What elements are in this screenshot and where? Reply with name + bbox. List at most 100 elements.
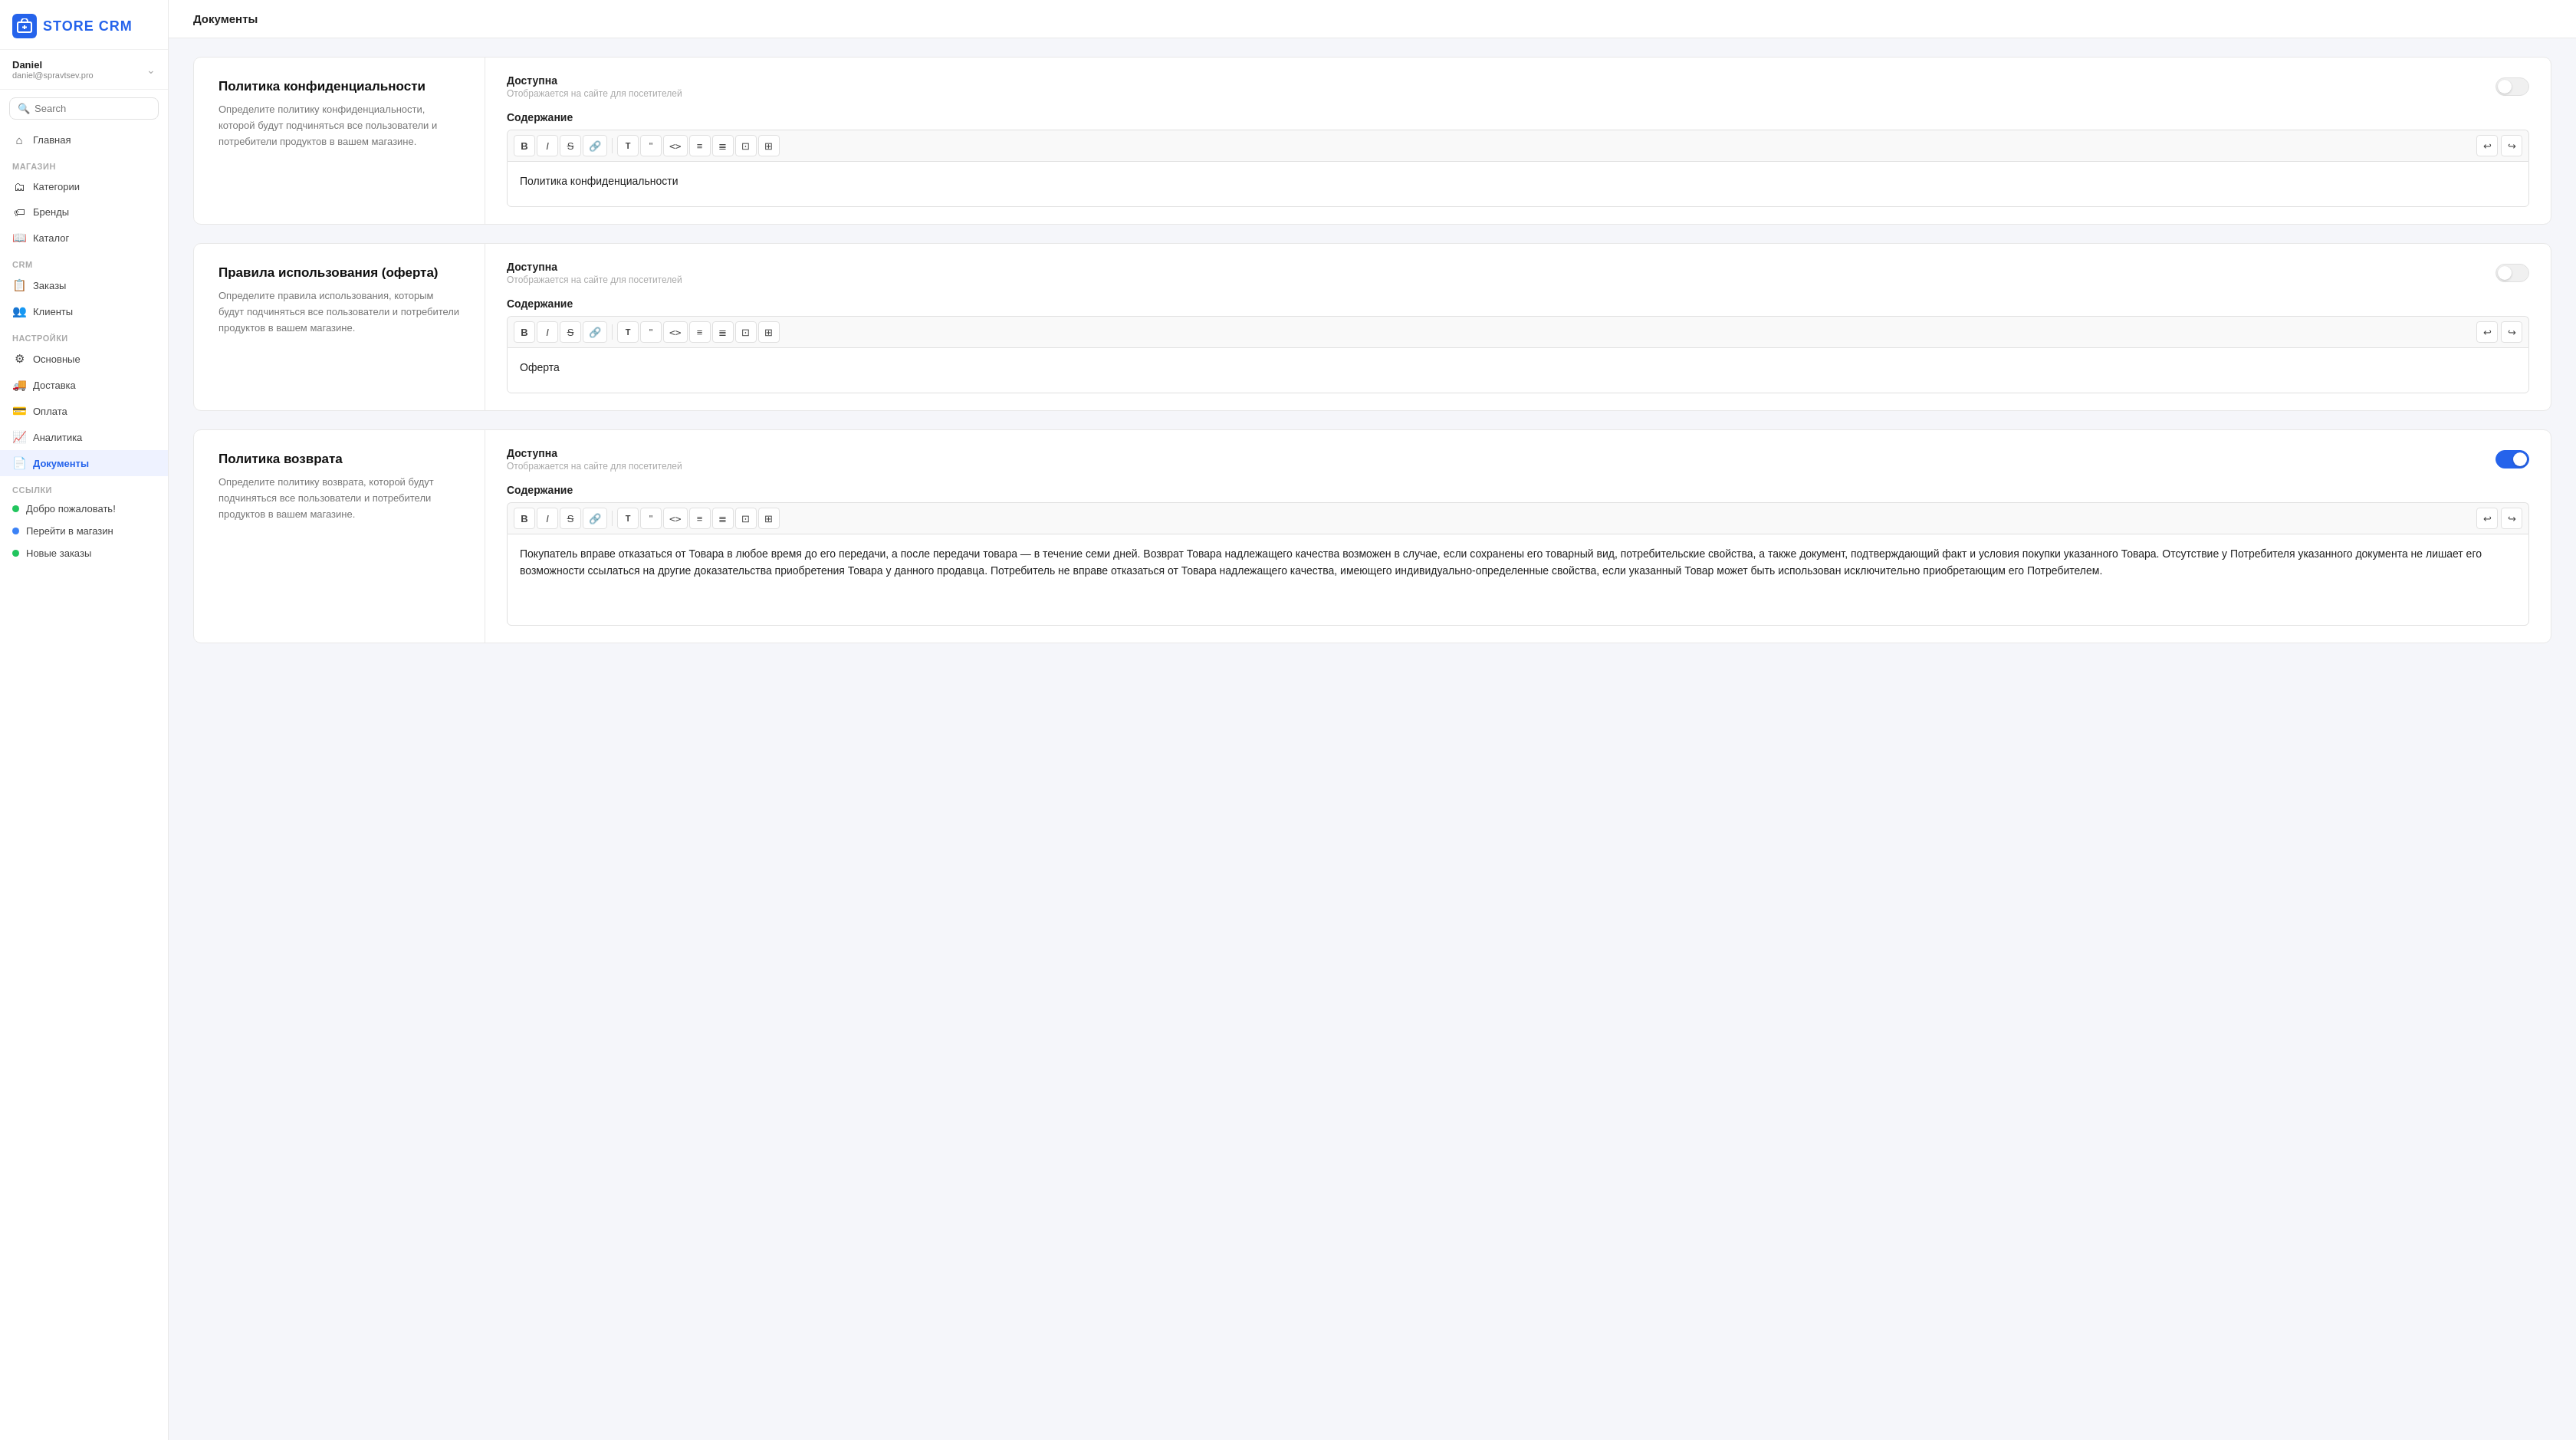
heading-button-privacy[interactable]: T (617, 135, 639, 156)
quote-button-privacy[interactable]: " (640, 135, 662, 156)
sidebar-item-label: Бренды (33, 206, 69, 218)
undo-button-offer[interactable]: ↩ (2476, 321, 2498, 343)
user-email: daniel@spravtsev.pro (12, 71, 94, 80)
indent-button-privacy[interactable]: ⊡ (735, 135, 757, 156)
quote-button-return[interactable]: " (640, 508, 662, 529)
strikethrough-button-offer[interactable]: S (560, 321, 581, 343)
redo-button-return[interactable]: ↪ (2501, 508, 2522, 529)
sidebar-item-analytics[interactable]: 📈 Аналитика (0, 424, 168, 450)
quote-button-offer[interactable]: " (640, 321, 662, 343)
section-crm-label: CRM (0, 251, 168, 272)
link-button-privacy[interactable]: 🔗 (583, 135, 607, 156)
section-shop-label: Магазин (0, 153, 168, 174)
ol-button-offer[interactable]: ≣ (712, 321, 734, 343)
toggle-privacy[interactable]: ✕ (2496, 77, 2529, 96)
undo-button-privacy[interactable]: ↩ (2476, 135, 2498, 156)
editor-content-return[interactable]: Покупатель вправе отказаться от Товара в… (507, 534, 2529, 626)
sidebar-item-catalog[interactable]: 📖 Каталог (0, 225, 168, 251)
sidebar-item-brands[interactable]: 🏷 Бренды (0, 199, 168, 225)
documents-list: Политика конфиденциальности Определите п… (169, 38, 2576, 662)
link-item-new-orders[interactable]: Новые заказы (0, 542, 168, 564)
undo-redo-privacy: ↩ ↪ (2476, 135, 2522, 156)
delivery-icon: 🚚 (12, 378, 26, 392)
link-label: Новые заказы (26, 547, 91, 559)
search-input[interactable] (34, 103, 150, 114)
content-label-privacy: Содержание (507, 111, 2529, 123)
dot-green-icon (12, 505, 19, 512)
toolbar-sep1-offer (612, 324, 613, 340)
user-block[interactable]: Daniel daniel@spravtsev.pro ⌄ (0, 50, 168, 90)
redo-button-privacy[interactable]: ↪ (2501, 135, 2522, 156)
doc-right-offer: Доступна Отображается на сайте для посет… (485, 244, 2551, 410)
doc-desc-return: Определите политику возврата, которой бу… (219, 475, 460, 522)
doc-title-offer: Правила использования (оферта) (219, 265, 460, 281)
toggle-thumb-return (2513, 452, 2527, 466)
content-section-privacy: Содержание B I S 🔗 T " <> ≡ ≣ (507, 111, 2529, 207)
doc-left-privacy: Политика конфиденциальности Определите п… (194, 58, 485, 224)
logo-area: STORE CRM (0, 0, 168, 50)
doc-desc-offer: Определите правила использования, которы… (219, 288, 460, 336)
sidebar: STORE CRM Daniel daniel@spravtsev.pro ⌄ … (0, 0, 169, 1440)
page-title: Документы (169, 0, 2576, 38)
bold-button-privacy[interactable]: B (514, 135, 535, 156)
ul-button-offer[interactable]: ≡ (689, 321, 711, 343)
toggle-thumb-privacy (2498, 80, 2512, 94)
editor-content-privacy[interactable]: Политика конфиденциальности (507, 161, 2529, 207)
available-info-offer: Доступна Отображается на сайте для посет… (507, 261, 682, 285)
sidebar-item-label: Аналитика (33, 432, 82, 443)
sidebar-item-label: Каталог (33, 232, 69, 244)
sidebar-item-home[interactable]: ⌂ Главная (0, 127, 168, 153)
bold-button-offer[interactable]: B (514, 321, 535, 343)
italic-button-return[interactable]: I (537, 508, 558, 529)
clients-icon: 👥 (12, 304, 26, 318)
heading-button-return[interactable]: T (617, 508, 639, 529)
link-button-return[interactable]: 🔗 (583, 508, 607, 529)
documents-icon: 📄 (12, 456, 26, 470)
outdent-button-privacy[interactable]: ⊞ (758, 135, 780, 156)
editor-content-offer[interactable]: Оферта (507, 347, 2529, 393)
toggle-offer[interactable]: ✕ (2496, 264, 2529, 282)
doc-title-privacy: Политика конфиденциальности (219, 79, 460, 94)
sidebar-item-basic[interactable]: ⚙ Основные (0, 346, 168, 372)
chevron-down-icon[interactable]: ⌄ (146, 64, 156, 76)
italic-button-offer[interactable]: I (537, 321, 558, 343)
available-info-return: Доступна Отображается на сайте для посет… (507, 447, 682, 472)
link-item-store[interactable]: Перейти в магазин (0, 520, 168, 542)
indent-button-offer[interactable]: ⊡ (735, 321, 757, 343)
sidebar-item-label: Клиенты (33, 306, 73, 317)
sidebar-item-orders[interactable]: 📋 Заказы (0, 272, 168, 298)
sidebar-item-delivery[interactable]: 🚚 Доставка (0, 372, 168, 398)
outdent-button-offer[interactable]: ⊞ (758, 321, 780, 343)
toggle-return[interactable] (2496, 450, 2529, 468)
sidebar-item-label: Оплата (33, 406, 67, 417)
catalog-icon: 📖 (12, 231, 26, 245)
code-button-privacy[interactable]: <> (663, 135, 688, 156)
undo-redo-offer: ↩ ↪ (2476, 321, 2522, 343)
heading-button-offer[interactable]: T (617, 321, 639, 343)
link-item-welcome[interactable]: Добро пожаловать! (0, 498, 168, 520)
ul-button-return[interactable]: ≡ (689, 508, 711, 529)
code-button-return[interactable]: <> (663, 508, 688, 529)
indent-button-return[interactable]: ⊡ (735, 508, 757, 529)
undo-button-return[interactable]: ↩ (2476, 508, 2498, 529)
outdent-button-return[interactable]: ⊞ (758, 508, 780, 529)
strikethrough-button-return[interactable]: S (560, 508, 581, 529)
toolbar-sep1-privacy (612, 138, 613, 153)
sidebar-item-documents[interactable]: 📄 Документы (0, 450, 168, 476)
redo-button-offer[interactable]: ↪ (2501, 321, 2522, 343)
doc-title-return: Политика возврата (219, 452, 460, 467)
italic-button-privacy[interactable]: I (537, 135, 558, 156)
sidebar-item-clients[interactable]: 👥 Клиенты (0, 298, 168, 324)
ol-button-privacy[interactable]: ≣ (712, 135, 734, 156)
ul-button-privacy[interactable]: ≡ (689, 135, 711, 156)
sidebar-item-payment[interactable]: 💳 Оплата (0, 398, 168, 424)
search-box[interactable]: 🔍 (9, 97, 159, 120)
ol-button-return[interactable]: ≣ (712, 508, 734, 529)
strikethrough-button-privacy[interactable]: S (560, 135, 581, 156)
sidebar-item-categories[interactable]: 🗂 Категории (0, 174, 168, 199)
dot-blue-icon (12, 528, 19, 534)
bold-button-return[interactable]: B (514, 508, 535, 529)
available-sub-return: Отображается на сайте для посетителей (507, 461, 682, 472)
link-button-offer[interactable]: 🔗 (583, 321, 607, 343)
code-button-offer[interactable]: <> (663, 321, 688, 343)
